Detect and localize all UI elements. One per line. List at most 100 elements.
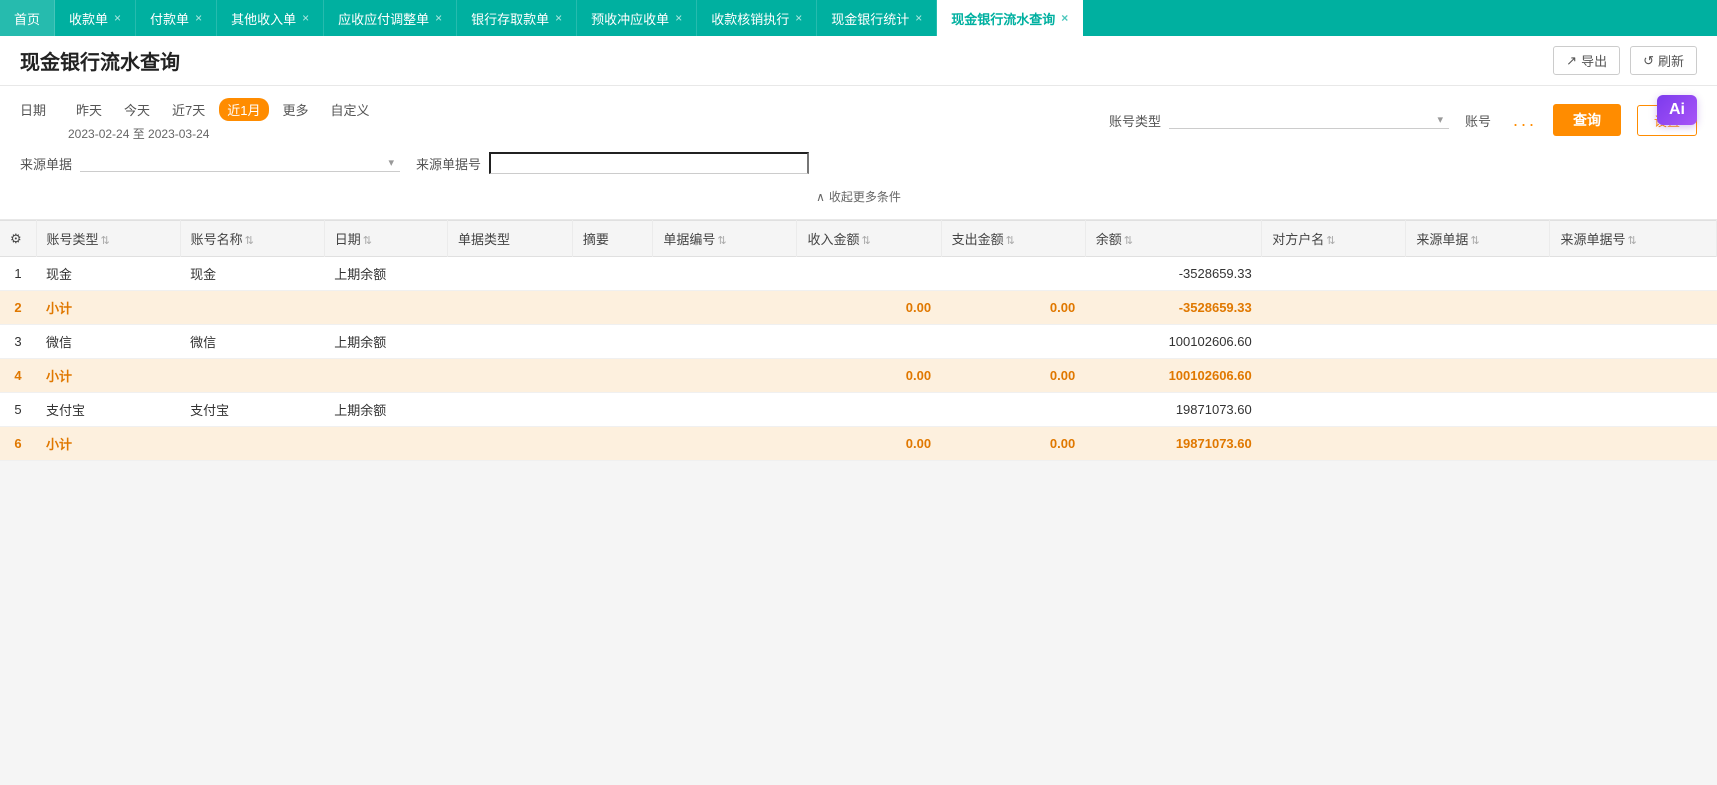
filter-row-1: 日期 昨天今天近7天近1月更多自定义 2023-02-24 至 2023-03-… (20, 98, 1697, 142)
sort-icon-balance: ⇅ (1124, 235, 1133, 247)
table-body: 1现金现金上期余额-3528659.332小计0.000.00-3528659.… (0, 257, 1717, 461)
close-icon[interactable]: × (795, 11, 802, 25)
date-filter-group: 日期 昨天今天近7天近1月更多自定义 2023-02-24 至 2023-03-… (20, 98, 378, 142)
ai-badge[interactable]: Ai (1657, 95, 1697, 125)
close-icon[interactable]: × (675, 11, 682, 25)
date-option-更多[interactable]: 更多 (275, 98, 317, 121)
close-icon[interactable]: × (302, 11, 309, 25)
close-icon[interactable]: × (195, 11, 202, 25)
col-header-income[interactable]: 收入金额⇅ (797, 221, 941, 257)
cell-summary (572, 257, 652, 291)
table-area: ⚙账号类型⇅账号名称⇅日期⇅单据类型摘要单据编号⇅收入金额⇅支出金额⇅余额⇅对方… (0, 220, 1717, 461)
refresh-button[interactable]: ↺ 刷新 (1630, 46, 1697, 75)
source-doc-no-label: 来源单据号 (416, 154, 481, 173)
cell-expense: 0.00 (941, 427, 1085, 461)
nav-item-现金银行统计[interactable]: 现金银行统计× (817, 0, 937, 36)
cell-row_num: 2 (0, 291, 36, 325)
col-header-account_type[interactable]: 账号类型⇅ (36, 221, 180, 257)
nav-home[interactable]: 首页 (0, 0, 55, 36)
source-doc-no-input[interactable] (489, 152, 809, 174)
cell-doc_no (653, 359, 797, 393)
cell-doc_type (447, 257, 572, 291)
cell-row_num: 5 (0, 393, 36, 427)
cell-source_doc (1406, 325, 1550, 359)
filter-row-2: 来源单据 ▾ 来源单据号 (20, 152, 1697, 174)
cell-income (797, 257, 941, 291)
cell-summary (572, 291, 652, 325)
table-row: 6小计0.000.0019871073.60 (0, 427, 1717, 461)
cell-account_name (180, 359, 324, 393)
cell-expense: 0.00 (941, 291, 1085, 325)
cell-income (797, 325, 941, 359)
close-icon[interactable]: × (114, 11, 121, 25)
export-button[interactable]: ↗ 导出 (1553, 46, 1620, 75)
col-header-expense[interactable]: 支出金额⇅ (941, 221, 1085, 257)
close-icon[interactable]: × (1061, 11, 1068, 25)
export-label: 导出 (1581, 51, 1607, 70)
sort-icon-source_doc: ⇅ (1470, 235, 1479, 247)
nav-item-收款单[interactable]: 收款单× (55, 0, 136, 36)
close-icon[interactable]: × (555, 11, 562, 25)
cell-date: 上期余额 (324, 325, 447, 359)
cell-balance: 19871073.60 (1085, 393, 1262, 427)
nav-item-预收冲应收单[interactable]: 预收冲应收单× (577, 0, 697, 36)
date-label: 日期 (20, 100, 60, 119)
col-header-doc_type: 单据类型 (447, 221, 572, 257)
page-header: 现金银行流水查询 ↗ 导出 ↺ 刷新 (0, 36, 1717, 86)
date-option-昨天[interactable]: 昨天 (68, 98, 110, 121)
cell-account_name: 现金 (180, 257, 324, 291)
nav-item-应收应付调整单[interactable]: 应收应付调整单× (324, 0, 457, 36)
cell-income (797, 393, 941, 427)
date-option-今天[interactable]: 今天 (116, 98, 158, 121)
cell-doc_no (653, 427, 797, 461)
source-doc-select[interactable]: ▾ (80, 154, 400, 172)
nav-item-现金银行流水查询[interactable]: 现金银行流水查询× (937, 0, 1083, 36)
cell-doc_no (653, 257, 797, 291)
source-doc-label: 来源单据 (20, 154, 72, 173)
collapse-label: 收起更多条件 (829, 188, 901, 205)
cell-doc_type (447, 427, 572, 461)
col-header-summary: 摘要 (572, 221, 652, 257)
collapse-up-icon: ∧ (816, 190, 825, 204)
collapse-bar[interactable]: ∧ 收起更多条件 (20, 184, 1697, 211)
sort-icon-counterpart: ⇅ (1326, 235, 1335, 247)
col-header-date[interactable]: 日期⇅ (324, 221, 447, 257)
cell-account_name (180, 291, 324, 325)
cell-summary (572, 393, 652, 427)
cell-counterpart (1262, 427, 1406, 461)
col-header-balance[interactable]: 余额⇅ (1085, 221, 1262, 257)
sort-icon-source_doc_no: ⇅ (1628, 235, 1637, 247)
nav-item-其他收入单[interactable]: 其他收入单× (217, 0, 324, 36)
cell-date: 上期余额 (324, 393, 447, 427)
close-icon[interactable]: × (435, 11, 442, 25)
cell-summary (572, 325, 652, 359)
cell-source_doc_no (1550, 427, 1717, 461)
date-option-近7天[interactable]: 近7天 (164, 98, 213, 121)
account-type-select[interactable]: ▾ (1169, 111, 1449, 129)
col-header-source_doc_no[interactable]: 来源单据号⇅ (1550, 221, 1717, 257)
cell-source_doc (1406, 257, 1550, 291)
account-type-chevron: ▾ (1437, 113, 1443, 126)
account-type-filter: 账号类型 ▾ (1109, 111, 1449, 130)
cell-summary (572, 359, 652, 393)
ai-label: Ai (1669, 101, 1685, 119)
close-icon[interactable]: × (915, 11, 922, 25)
cell-source_doc_no (1550, 257, 1717, 291)
filter-area: 日期 昨天今天近7天近1月更多自定义 2023-02-24 至 2023-03-… (0, 86, 1717, 220)
account-more-dots[interactable]: ... (1513, 110, 1537, 131)
nav-item-付款单[interactable]: 付款单× (136, 0, 217, 36)
source-doc-no-filter: 来源单据号 (416, 152, 809, 174)
cell-date (324, 291, 447, 325)
col-header-counterpart[interactable]: 对方户名⇅ (1262, 221, 1406, 257)
refresh-label: 刷新 (1658, 51, 1684, 70)
nav-item-银行存取款单[interactable]: 银行存取款单× (457, 0, 577, 36)
date-option-自定义[interactable]: 自定义 (323, 98, 378, 121)
date-option-近1月[interactable]: 近1月 (219, 98, 268, 121)
col-header-doc_no[interactable]: 单据编号⇅ (653, 221, 797, 257)
col-header-account_name[interactable]: 账号名称⇅ (180, 221, 324, 257)
table-head: ⚙账号类型⇅账号名称⇅日期⇅单据类型摘要单据编号⇅收入金额⇅支出金额⇅余额⇅对方… (0, 221, 1717, 257)
query-button[interactable]: 查询 (1553, 104, 1621, 136)
sort-icon-account_name: ⇅ (245, 235, 254, 247)
nav-item-收款核销执行[interactable]: 收款核销执行× (697, 0, 817, 36)
col-header-source_doc[interactable]: 来源单据⇅ (1406, 221, 1550, 257)
